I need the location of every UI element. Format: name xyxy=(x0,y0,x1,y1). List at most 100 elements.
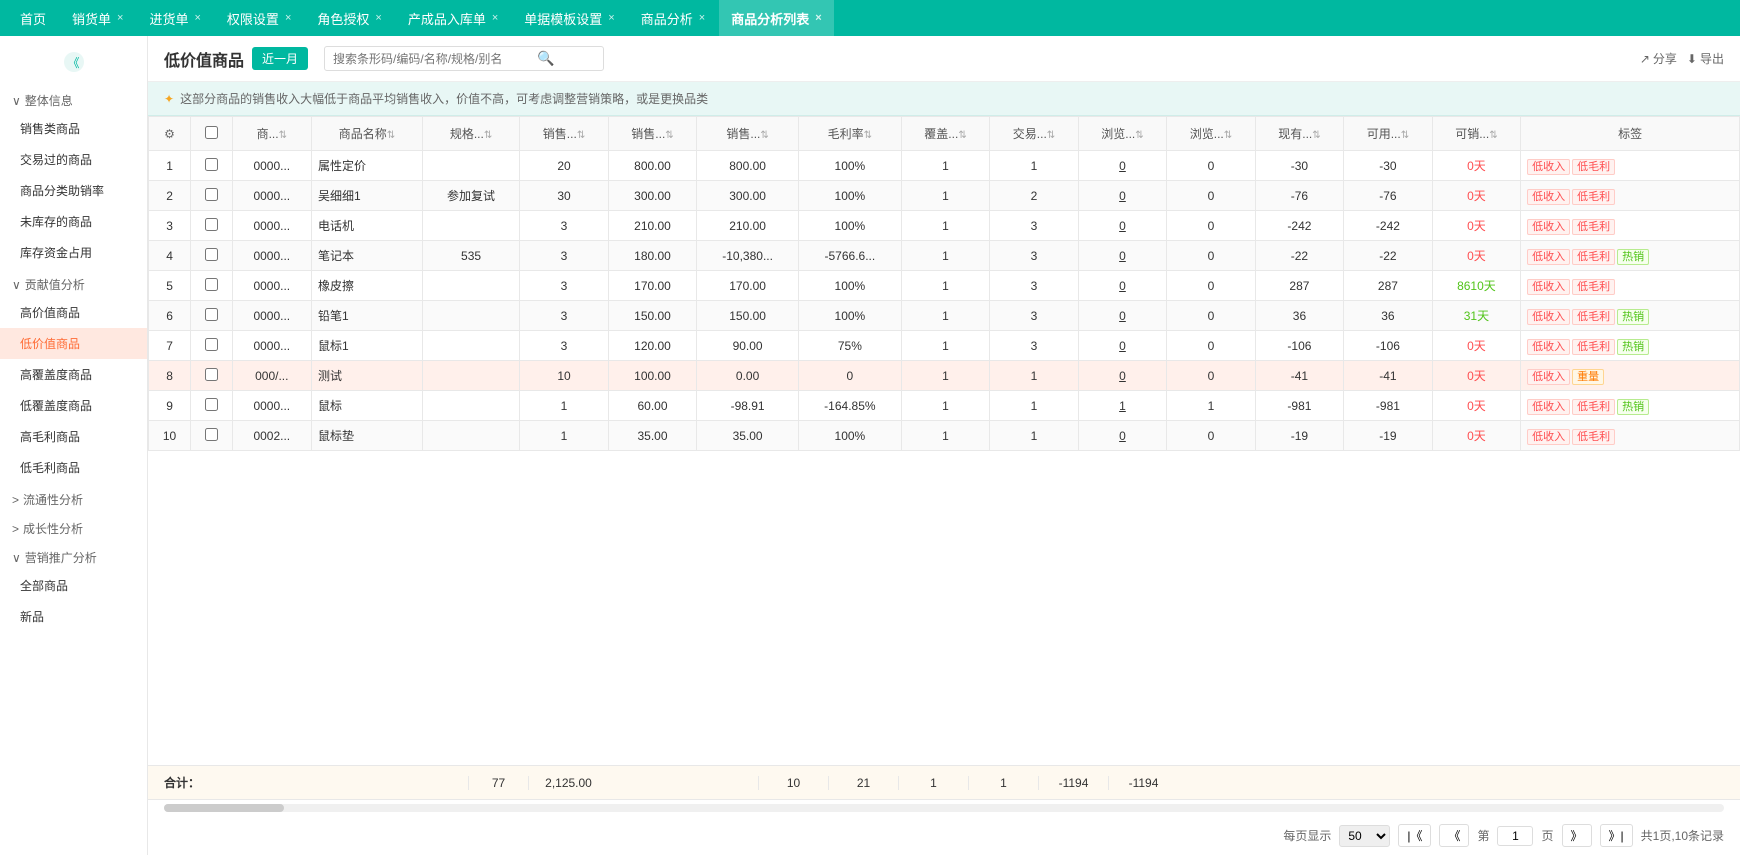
sidebar-item-sales-goods[interactable]: 销售类商品 xyxy=(0,113,147,144)
col-sale1[interactable]: 销售...⇅ xyxy=(608,117,696,151)
col-name[interactable]: 商品名称⇅ xyxy=(311,117,422,151)
sidebar-item-low-value[interactable]: 低价值商品 xyxy=(0,328,147,359)
sidebar-group-circulation[interactable]: > 流通性分析 xyxy=(0,483,147,512)
row-days: 0天 xyxy=(1432,421,1520,451)
prev-page-btn[interactable]: 《 xyxy=(1439,824,1469,847)
nav-product-list[interactable]: 商品分析列表 × xyxy=(719,0,833,36)
nav-warehouse-close[interactable]: × xyxy=(492,12,498,24)
col-margin[interactable]: 毛利率⇅ xyxy=(798,117,901,151)
nav-roles[interactable]: 角色授权 × xyxy=(305,0,393,36)
col-avail[interactable]: 可用...⇅ xyxy=(1344,117,1432,151)
nav-purchase-close[interactable]: × xyxy=(194,12,200,24)
row-checkbox[interactable] xyxy=(205,428,218,441)
row-checkbox[interactable] xyxy=(205,368,218,381)
next-page-btn[interactable]: 》 xyxy=(1562,824,1592,847)
sidebar-item-low-margin[interactable]: 低毛利商品 xyxy=(0,452,147,483)
browse1-link[interactable]: 0 xyxy=(1119,159,1126,173)
col-cover[interactable]: 覆盖...⇅ xyxy=(901,117,989,151)
row-checkbox[interactable] xyxy=(205,278,218,291)
sidebar-group-marketing-arrow: ∨ xyxy=(12,551,21,565)
col-spec[interactable]: 规格...⇅ xyxy=(422,117,519,151)
col-browse1[interactable]: 浏览...⇅ xyxy=(1078,117,1166,151)
nav-home[interactable]: 首页 xyxy=(8,0,58,36)
row-checkbox[interactable] xyxy=(205,218,218,231)
col-settings[interactable]: ⚙ xyxy=(149,117,191,151)
sidebar-group-contribution[interactable]: ∨ 贡献值分析 xyxy=(0,268,147,297)
nav-permissions[interactable]: 权限设置 × xyxy=(215,0,303,36)
total-sale1-val: 2,125.00 xyxy=(528,776,608,790)
sidebar-item-high-value[interactable]: 高价值商品 xyxy=(0,297,147,328)
row-checkbox[interactable] xyxy=(205,308,218,321)
browse1-link[interactable]: 0 xyxy=(1119,279,1126,293)
search-box[interactable]: 🔍 xyxy=(324,46,604,71)
nav-template[interactable]: 单据模板设置 × xyxy=(512,0,626,36)
page-size-select[interactable]: 50 100 200 xyxy=(1339,825,1390,847)
nav-purchase[interactable]: 进货单 × xyxy=(137,0,212,36)
nav-sales-close[interactable]: × xyxy=(117,12,123,24)
nav-template-close[interactable]: × xyxy=(608,12,614,24)
sidebar-group-marketing[interactable]: ∨ 营销推广分析 xyxy=(0,541,147,570)
browse1-link[interactable]: 0 xyxy=(1119,249,1126,263)
sidebar-item-capital[interactable]: 库存资金占用 xyxy=(0,237,147,268)
browse1-link[interactable]: 0 xyxy=(1119,189,1126,203)
col-sale2[interactable]: 销售...⇅ xyxy=(697,117,799,151)
col-days[interactable]: 可销...⇅ xyxy=(1432,117,1520,151)
row-checkbox[interactable] xyxy=(205,158,218,171)
row-sale1: 180.00 xyxy=(608,241,696,271)
row-checkbox[interactable] xyxy=(205,398,218,411)
row-name: 属性定价 xyxy=(311,151,422,181)
first-page-btn[interactable]: |《 xyxy=(1398,824,1431,847)
col-qty[interactable]: 销售...⇅ xyxy=(520,117,608,151)
current-page-input[interactable] xyxy=(1497,826,1533,846)
sidebar-collapse-btn[interactable]: 《 xyxy=(64,52,84,72)
row-sale2: 150.00 xyxy=(697,301,799,331)
sidebar-item-no-stock[interactable]: 未库存的商品 xyxy=(0,206,147,237)
nav-product-list-close[interactable]: × xyxy=(815,12,821,24)
row-checkbox[interactable] xyxy=(205,188,218,201)
sidebar-item-traded[interactable]: 交易过的商品 xyxy=(0,144,147,175)
col-trade[interactable]: 交易...⇅ xyxy=(990,117,1078,151)
last-page-btn[interactable]: 》| xyxy=(1600,824,1633,847)
row-num: 1 xyxy=(149,151,191,181)
sidebar-item-new-goods[interactable]: 新品 xyxy=(0,601,147,632)
row-days: 8610天 xyxy=(1432,271,1520,301)
col-checkbox-all[interactable] xyxy=(191,117,233,151)
browse1-link[interactable]: 0 xyxy=(1119,339,1126,353)
scrollbar-thumb[interactable] xyxy=(164,804,284,812)
search-icon[interactable]: 🔍 xyxy=(537,50,554,67)
export-link[interactable]: ⬇ 导出 xyxy=(1687,50,1724,67)
select-all-checkbox[interactable] xyxy=(205,126,218,139)
sidebar-item-all-goods[interactable]: 全部商品 xyxy=(0,570,147,601)
col-code[interactable]: 商...⇅ xyxy=(232,117,311,151)
col-stock[interactable]: 现有...⇅ xyxy=(1255,117,1343,151)
share-link[interactable]: ↗ 分享 xyxy=(1640,50,1677,67)
browse1-link[interactable]: 0 xyxy=(1119,369,1126,383)
filter-recent-month[interactable]: 近一月 xyxy=(252,47,308,70)
browse1-link[interactable]: 0 xyxy=(1119,309,1126,323)
search-input[interactable] xyxy=(333,52,533,66)
total-stock-val: -1194 xyxy=(1038,776,1108,790)
row-code: 0000... xyxy=(232,211,311,241)
nav-permissions-close[interactable]: × xyxy=(285,12,291,24)
browse1-link[interactable]: 0 xyxy=(1119,219,1126,233)
sidebar-group-growth[interactable]: > 成长性分析 xyxy=(0,512,147,541)
nav-product-analysis[interactable]: 商品分析 × xyxy=(629,0,717,36)
row-stock: -76 xyxy=(1255,181,1343,211)
sidebar-item-category-rate[interactable]: 商品分类助销率 xyxy=(0,175,147,206)
nav-roles-close[interactable]: × xyxy=(375,12,381,24)
browse1-link[interactable]: 1 xyxy=(1119,399,1126,413)
nav-product-analysis-close[interactable]: × xyxy=(699,12,705,24)
sidebar-item-high-coverage[interactable]: 高覆盖度商品 xyxy=(0,359,147,390)
browse1-link[interactable]: 0 xyxy=(1119,429,1126,443)
scrollbar-track[interactable] xyxy=(164,804,1724,812)
col-browse2[interactable]: 浏览...⇅ xyxy=(1167,117,1255,151)
nav-sales[interactable]: 销货单 × xyxy=(60,0,135,36)
row-checkbox[interactable] xyxy=(205,248,218,261)
sidebar-item-low-coverage[interactable]: 低覆盖度商品 xyxy=(0,390,147,421)
nav-warehouse[interactable]: 产成品入库单 × xyxy=(396,0,510,36)
row-checkbox[interactable] xyxy=(205,338,218,351)
settings-icon[interactable]: ⚙ xyxy=(164,127,175,141)
sidebar-item-high-margin[interactable]: 高毛利商品 xyxy=(0,421,147,452)
row-qty: 3 xyxy=(520,331,608,361)
sidebar-group-overview[interactable]: ∨ 整体信息 xyxy=(0,84,147,113)
